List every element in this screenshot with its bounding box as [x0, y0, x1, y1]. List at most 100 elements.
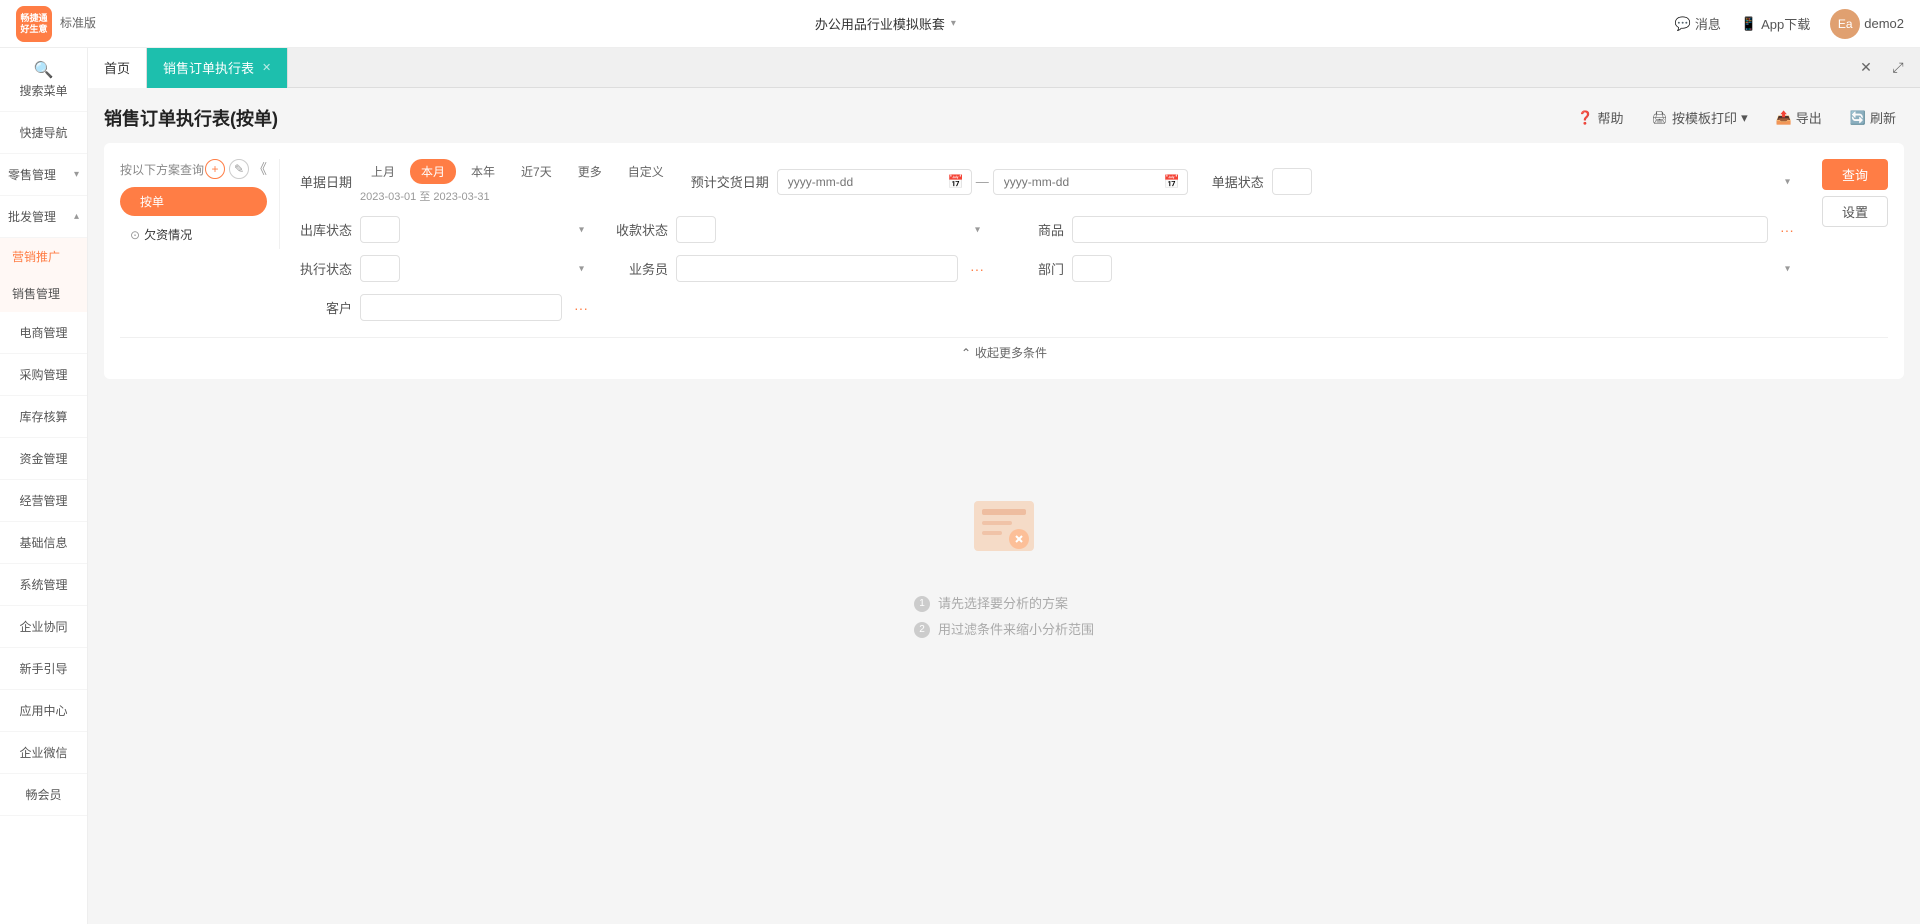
payment-select-wrapper: ▾	[676, 216, 988, 243]
sidebar-item-inventory[interactable]: 库存核算	[0, 396, 87, 438]
sidebar-item-retail[interactable]: 零售管理 ▾	[0, 154, 87, 196]
topbar-right: 💬 消息 📱 App下载 Ea demo2	[1675, 9, 1904, 39]
empty-tips: 1 请先选择要分析的方案 2 用过滤条件来缩小分析范围	[914, 591, 1094, 643]
sidebar-item-wholesale[interactable]: 批发管理 ▴	[0, 196, 87, 238]
export-icon: 📤	[1776, 110, 1792, 126]
settings-btn[interactable]: 设置	[1822, 196, 1888, 227]
print-btn[interactable]: 🖨 按模板打印 ▾	[1644, 104, 1756, 131]
salesperson-input[interactable]	[676, 255, 958, 282]
salesperson-more-btn[interactable]: ···	[966, 261, 988, 277]
sidebar-item-wechat[interactable]: 企业微信	[0, 732, 87, 774]
expected-date-end[interactable]	[993, 169, 1188, 195]
scheme-item-欠资情况[interactable]: ⊙ 欠资情况	[120, 220, 267, 249]
help-icon: ❓	[1577, 110, 1593, 126]
date-col: 上月 本月 本年 近7天 更多 自定义 2023-03-01 至 2023-03…	[360, 159, 675, 204]
collapse-row[interactable]: ⌃ 收起更多条件	[120, 337, 1888, 363]
tab-sales-order[interactable]: 销售订单执行表 ✕	[147, 48, 288, 88]
dept-select-wrapper: ▾	[1072, 255, 1798, 282]
export-btn[interactable]: 📤 导出	[1768, 104, 1830, 131]
dept-select[interactable]	[1072, 255, 1112, 282]
sidebar-item-purchase[interactable]: 采购管理	[0, 354, 87, 396]
tag-this-year[interactable]: 本年	[460, 159, 506, 184]
goods-more-btn[interactable]: ···	[1776, 222, 1798, 238]
date-label: 单据日期	[292, 172, 352, 191]
exec-select[interactable]	[360, 255, 400, 282]
message-btn[interactable]: 💬 消息	[1675, 14, 1721, 33]
filter-row-4: 客户 ···	[292, 294, 1798, 321]
sidebar-item-system[interactable]: 系统管理	[0, 564, 87, 606]
tip-num-1: 1	[914, 596, 930, 612]
sidebar-item-member[interactable]: 畅会员	[0, 774, 87, 816]
logo-text: 标准版	[60, 16, 96, 32]
filter-scheme: 按以下方案查询 + ✎ 《 按单 ⊙	[120, 159, 280, 249]
tab-close-btn[interactable]: ✕	[1852, 54, 1880, 82]
query-btn[interactable]: 查询	[1822, 159, 1888, 190]
app-download-btn[interactable]: 📱 App下载	[1741, 14, 1810, 33]
sidebar-item-app-center[interactable]: 应用中心	[0, 690, 87, 732]
chevron-up-icon: ▴	[74, 211, 79, 222]
delivery-select[interactable]	[360, 216, 400, 243]
filter-group-customer: 客户 ···	[292, 294, 592, 321]
tag-last-month[interactable]: 上月	[360, 159, 406, 184]
tag-this-month[interactable]: 本月	[410, 159, 456, 184]
tag-more[interactable]: 更多	[567, 159, 613, 184]
tag-custom[interactable]: 自定义	[617, 159, 675, 184]
collapse-icon: ⌃	[961, 346, 971, 360]
sidebar-item-basic-info[interactable]: 基础信息	[0, 522, 87, 564]
payment-chevron-icon: ▾	[975, 224, 980, 235]
scheme-dot	[130, 199, 136, 205]
close-icon[interactable]: ✕	[262, 61, 271, 74]
refresh-btn[interactable]: 🔄 刷新	[1842, 104, 1904, 131]
tip-item-1: 1 请先选择要分析的方案	[914, 591, 1094, 617]
sidebar-item-operations[interactable]: 经营管理	[0, 480, 87, 522]
main-content: 首页 销售订单执行表 ✕ ✕ ⤢ 销售订单执行表(按单) ❓ 帮助	[88, 48, 1920, 924]
sales-order-tab-label: 销售订单执行表	[163, 58, 254, 77]
filter-row-2: 出库状态 ▾	[292, 216, 1798, 243]
collapse-scheme-btn[interactable]: 《	[253, 159, 267, 179]
customer-more-btn[interactable]: ···	[570, 300, 592, 316]
sidebar-item-finance[interactable]: 资金管理	[0, 438, 87, 480]
edit-scheme-btn[interactable]: ✎	[229, 159, 249, 179]
print-icon: 🖨	[1652, 110, 1669, 126]
tab-expand-btn[interactable]: ⤢	[1884, 54, 1912, 82]
download-icon: 📱	[1741, 16, 1757, 32]
delivery-select-wrapper: ▾	[360, 216, 592, 243]
app-dropdown-icon[interactable]: ▾	[951, 18, 956, 29]
user-menu[interactable]: Ea demo2	[1830, 9, 1904, 39]
sidebar-item-enterprise[interactable]: 企业协同	[0, 606, 87, 648]
date-range-text: 2023-03-01 至 2023-03-31	[360, 188, 675, 204]
filter-actions: 查询 设置	[1822, 159, 1888, 333]
doc-status-select-wrapper: ▾	[1272, 168, 1798, 195]
filter-group-department: 部门 ▾	[1004, 255, 1798, 282]
payment-select[interactable]	[676, 216, 716, 243]
tab-bar: 首页 销售订单执行表 ✕ ✕ ⤢	[88, 48, 1920, 88]
sidebar-item-newbie[interactable]: 新手引导	[0, 648, 87, 690]
add-scheme-btn[interactable]: +	[205, 159, 225, 179]
doc-status-chevron-icon: ▾	[1785, 176, 1790, 187]
layout: 🔍 搜索菜单 快捷导航 零售管理 ▾ 批发管理 ▴ 营销推广 销售管理 电商管理…	[0, 48, 1920, 924]
message-icon: 💬	[1675, 16, 1691, 32]
sidebar: 🔍 搜索菜单 快捷导航 零售管理 ▾ 批发管理 ▴ 营销推广 销售管理 电商管理…	[0, 48, 88, 924]
expected-date-start[interactable]	[777, 169, 972, 195]
salesperson-label: 业务员	[608, 259, 668, 278]
date-tags: 上月 本月 本年 近7天 更多 自定义	[360, 159, 675, 184]
sidebar-item-search[interactable]: 🔍 搜索菜单	[0, 48, 87, 112]
sidebar-sub-item-promotions[interactable]: 营销推广	[0, 238, 87, 275]
tag-7days[interactable]: 近7天	[510, 159, 563, 184]
collapse-label: 收起更多条件	[975, 344, 1047, 361]
filter-group-doc-status: 单据状态 ▾	[1204, 168, 1798, 195]
sidebar-item-ecommerce[interactable]: 电商管理	[0, 312, 87, 354]
sidebar-item-quick-nav[interactable]: 快捷导航	[0, 112, 87, 154]
sidebar-sub-item-sales[interactable]: 销售管理	[0, 275, 87, 312]
help-btn[interactable]: ❓ 帮助	[1569, 104, 1631, 131]
goods-input[interactable]	[1072, 216, 1768, 243]
dept-label: 部门	[1004, 259, 1064, 278]
doc-status-select[interactable]	[1272, 168, 1312, 195]
scheme-item-按单[interactable]: 按单	[120, 187, 267, 216]
customer-input[interactable]	[360, 294, 562, 321]
expected-start-wrapper: 📅	[777, 169, 972, 195]
exec-chevron-icon: ▾	[579, 263, 584, 274]
tab-home[interactable]: 首页	[88, 48, 147, 88]
print-dropdown-icon[interactable]: ▾	[1741, 110, 1748, 126]
topbar-center: 办公用品行业模拟账套 ▾	[815, 14, 956, 33]
